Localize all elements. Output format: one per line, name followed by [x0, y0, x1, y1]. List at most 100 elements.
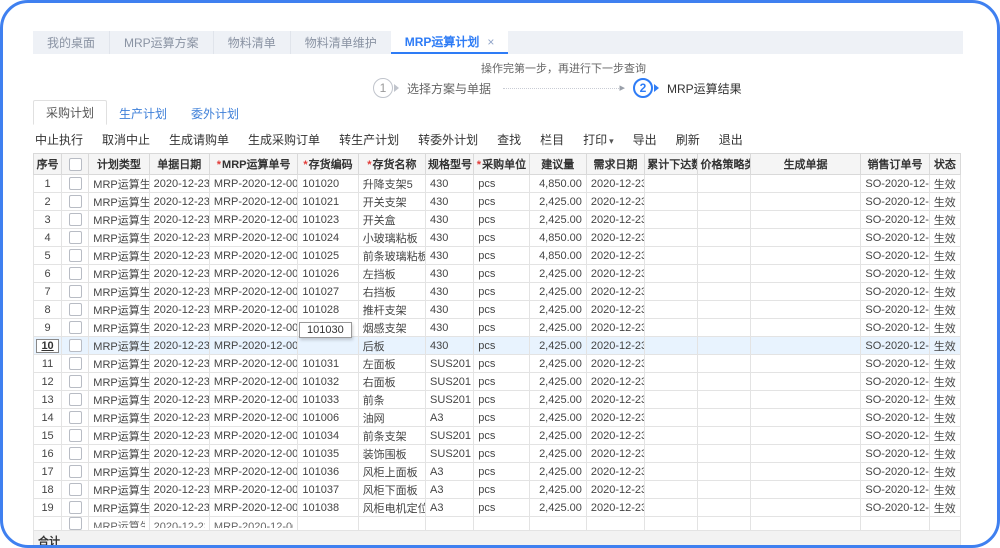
row-checkbox[interactable] — [69, 501, 82, 514]
cell-seq: 7 — [34, 283, 62, 301]
top-tab-4[interactable]: MRP运算计划× — [391, 31, 509, 54]
cell-status: 生效 — [929, 265, 960, 283]
table-row[interactable]: 2MRP运算生成2020-12-23MRP-2020-12-0021101021… — [34, 193, 961, 211]
table-row[interactable]: 9MRP运算生成2020-12-23MRP-2020-12-0021101029… — [34, 319, 961, 337]
column-header-status[interactable]: 状态 — [929, 154, 960, 175]
column-header-planType[interactable]: 计划类型 — [89, 154, 149, 175]
cell-status: 生效 — [929, 445, 960, 463]
cell-planType: MRP运算生成 — [89, 319, 149, 337]
row-checkbox[interactable] — [69, 195, 82, 208]
row-checkbox[interactable] — [69, 231, 82, 244]
column-header-cumQty[interactable]: 累计下达数量 — [645, 154, 698, 175]
row-checkbox[interactable] — [69, 303, 82, 316]
table-row[interactable]: MRP运算生成2020-12-23MRP-2020-12-0021 — [34, 517, 961, 531]
row-checkbox[interactable] — [69, 285, 82, 298]
subtab-1[interactable]: 生产计划 — [107, 102, 179, 125]
row-checkbox[interactable] — [69, 465, 82, 478]
table-row[interactable]: 6MRP运算生成2020-12-23MRP-2020-12-0021101026… — [34, 265, 961, 283]
column-header-docDate[interactable]: 单据日期 — [149, 154, 209, 175]
cell-qty: 2,425.00 — [529, 427, 586, 445]
column-header-check[interactable] — [62, 154, 89, 175]
toolbar-button-0[interactable]: 中止执行 — [35, 131, 83, 148]
toolbar-button-9[interactable]: 导出 — [633, 131, 657, 148]
cell-spec: A3 — [426, 409, 474, 427]
toolbar-button-6[interactable]: 查找 — [497, 131, 521, 148]
cell-priceType — [698, 373, 750, 391]
row-checkbox[interactable] — [69, 411, 82, 424]
table-row[interactable]: 14MRP运算生成2020-12-23MRP-2020-12-002110100… — [34, 409, 961, 427]
table-row[interactable]: 15MRP运算生成2020-12-23MRP-2020-12-002110103… — [34, 427, 961, 445]
cell-name: 前条支架 — [358, 427, 425, 445]
top-tab-3[interactable]: 物料清单维护 — [290, 31, 391, 54]
stepper-hint: 操作完第一步，再进行下一步查询 — [481, 60, 646, 76]
cell-code: 101026 — [298, 265, 358, 283]
cell-status: 生效 — [929, 499, 960, 517]
cell-salesNo: SO-2020-12-0018 — [861, 445, 929, 463]
tab-close-icon[interactable]: × — [487, 35, 494, 49]
table-row[interactable]: 19MRP运算生成2020-12-23MRP-2020-12-002110103… — [34, 499, 961, 517]
row-checkbox[interactable] — [69, 249, 82, 262]
seq-edit-box[interactable]: 10 — [36, 339, 58, 353]
subtab-2[interactable]: 委外计划 — [179, 102, 251, 125]
row-checkbox[interactable] — [69, 483, 82, 496]
row-checkbox[interactable] — [69, 177, 82, 190]
toolbar-button-11[interactable]: 退出 — [719, 131, 743, 148]
table-row[interactable]: 10MRP运算生成2020-12-23MRP-2020-12-0021后板430… — [34, 337, 961, 355]
column-header-salesNo[interactable]: 销售订单号 — [861, 154, 929, 175]
row-checkbox[interactable] — [69, 339, 82, 352]
cell-demandDate: 2020-12-23 — [586, 463, 644, 481]
row-checkbox[interactable] — [69, 357, 82, 370]
column-header-seq[interactable]: 序号 — [34, 154, 62, 175]
toolbar-button-3[interactable]: 生成采购订单 — [248, 131, 320, 148]
cell-unit: pcs — [474, 445, 529, 463]
toolbar-button-4[interactable]: 转生产计划 — [339, 131, 399, 148]
table-row[interactable]: 18MRP运算生成2020-12-23MRP-2020-12-002110103… — [34, 481, 961, 499]
column-header-unit[interactable]: *采购单位 — [474, 154, 529, 175]
toolbar-button-7[interactable]: 栏目 — [540, 131, 564, 148]
toolbar-button-8[interactable]: 打印▾ — [583, 131, 614, 148]
column-header-genDoc[interactable]: 生成单据 — [750, 154, 861, 175]
table-row[interactable]: 16MRP运算生成2020-12-23MRP-2020-12-002110103… — [34, 445, 961, 463]
table-row[interactable]: 13MRP运算生成2020-12-23MRP-2020-12-002110103… — [34, 391, 961, 409]
row-checkbox[interactable] — [69, 267, 82, 280]
column-header-qty[interactable]: 建议量 — [529, 154, 586, 175]
column-header-priceType[interactable]: 价格策略类型 — [698, 154, 750, 175]
column-header-name[interactable]: *存货名称 — [358, 154, 425, 175]
column-header-demandDate[interactable]: 需求日期 — [586, 154, 644, 175]
table-row[interactable]: 3MRP运算生成2020-12-23MRP-2020-12-0021101023… — [34, 211, 961, 229]
table-row[interactable]: 7MRP运算生成2020-12-23MRP-2020-12-0021101027… — [34, 283, 961, 301]
table-row[interactable]: 8MRP运算生成2020-12-23MRP-2020-12-0021101028… — [34, 301, 961, 319]
cell-priceType — [698, 211, 750, 229]
top-tab-label: 物料清单 — [228, 34, 276, 51]
table-row[interactable]: 1MRP运算生成2020-12-23MRP-2020-12-0021101020… — [34, 175, 961, 193]
table-row[interactable]: 4MRP运算生成2020-12-23MRP-2020-12-0021101024… — [34, 229, 961, 247]
toolbar-button-2[interactable]: 生成请购单 — [169, 131, 229, 148]
table-row[interactable]: 12MRP运算生成2020-12-23MRP-2020-12-002110103… — [34, 373, 961, 391]
table-row[interactable]: 11MRP运算生成2020-12-23MRP-2020-12-002110103… — [34, 355, 961, 373]
row-checkbox[interactable] — [69, 517, 82, 530]
cell-demandDate: 2020-12-23 — [586, 445, 644, 463]
select-all-checkbox[interactable] — [69, 158, 82, 171]
column-header-code[interactable]: *存货编码 — [298, 154, 358, 175]
cell-edit-popup[interactable]: 101030 — [299, 322, 352, 338]
subtab-0[interactable]: 采购计划 — [33, 100, 107, 125]
cell-seq: 3 — [34, 211, 62, 229]
row-checkbox[interactable] — [69, 393, 82, 406]
toolbar-button-10[interactable]: 刷新 — [676, 131, 700, 148]
row-checkbox[interactable] — [69, 375, 82, 388]
top-tab-2[interactable]: 物料清单 — [213, 31, 290, 54]
cell-priceType — [698, 499, 750, 517]
toolbar-button-1[interactable]: 取消中止 — [102, 131, 150, 148]
row-checkbox[interactable] — [69, 213, 82, 226]
column-header-mrpNo[interactable]: *MRP运算单号 — [209, 154, 297, 175]
row-checkbox[interactable] — [69, 447, 82, 460]
row-checkbox[interactable] — [69, 429, 82, 442]
cell-qty: 2,425.00 — [529, 319, 586, 337]
top-tab-1[interactable]: MRP运算方案 — [109, 31, 213, 54]
row-checkbox[interactable] — [69, 321, 82, 334]
column-header-spec[interactable]: 规格型号 — [426, 154, 474, 175]
table-row[interactable]: 5MRP运算生成2020-12-23MRP-2020-12-0021101025… — [34, 247, 961, 265]
top-tab-0[interactable]: 我的桌面 — [33, 31, 109, 54]
table-row[interactable]: 17MRP运算生成2020-12-23MRP-2020-12-002110103… — [34, 463, 961, 481]
toolbar-button-5[interactable]: 转委外计划 — [418, 131, 478, 148]
